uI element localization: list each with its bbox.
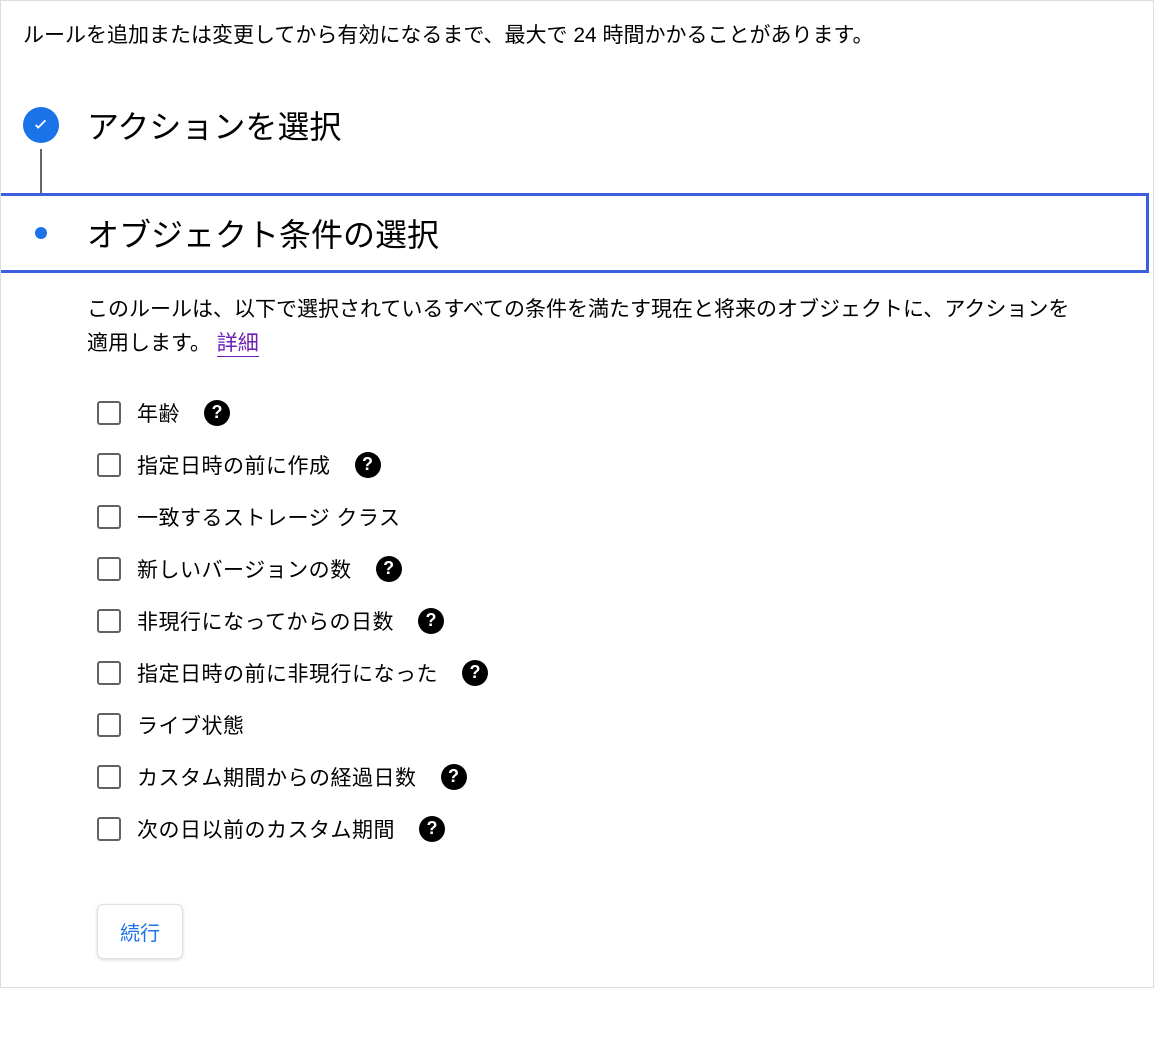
active-dot-icon xyxy=(35,227,47,239)
checkbox-custom-before[interactable] xyxy=(97,817,121,841)
step-title-conditions: オブジェクト条件の選択 xyxy=(87,210,439,256)
condition-newer-versions: 新しいバージョンの数 ? xyxy=(97,554,1131,584)
condition-label: 指定日時の前に非現行になった xyxy=(137,658,438,688)
step-connector xyxy=(40,149,42,193)
continue-button[interactable]: 続行 xyxy=(97,904,183,959)
step-title-action: アクションを選択 xyxy=(87,102,341,148)
checkbox-noncurrent-before[interactable] xyxy=(97,661,121,685)
checkbox-storage-class[interactable] xyxy=(97,505,121,529)
rule-delay-notice: ルールを追加または変更してから有効になるまで、最大で 24 時間かかることがあり… xyxy=(1,19,1061,53)
condition-days-since-custom: カスタム期間からの経過日数 ? xyxy=(97,762,1131,792)
step-select-action[interactable]: アクションを選択 xyxy=(1,101,1153,149)
checkbox-days-since-custom[interactable] xyxy=(97,765,121,789)
condition-label: ライブ状態 xyxy=(137,710,245,740)
help-icon[interactable]: ? xyxy=(376,556,402,582)
help-icon[interactable]: ? xyxy=(418,608,444,634)
help-icon[interactable]: ? xyxy=(441,764,467,790)
step-body-conditions: このルールは、以下で選択されているすべての条件を満たす現在と将来のオブジェクトに… xyxy=(1,273,1153,959)
condition-custom-before: 次の日以前のカスタム期間 ? xyxy=(97,814,1131,844)
checkbox-newer-versions[interactable] xyxy=(97,557,121,581)
condition-noncurrent-before: 指定日時の前に非現行になった ? xyxy=(97,658,1131,688)
help-icon[interactable]: ? xyxy=(355,452,381,478)
help-icon[interactable]: ? xyxy=(462,660,488,686)
help-icon[interactable]: ? xyxy=(204,400,230,426)
condition-live-state: ライブ状態 xyxy=(97,710,1131,740)
checkbox-days-noncurrent[interactable] xyxy=(97,609,121,633)
learn-more-link[interactable]: 詳細 xyxy=(217,332,259,357)
condition-storage-class: 一致するストレージ クラス xyxy=(97,502,1131,532)
stepper: アクションを選択 オブジェクト条件の選択 このルールは、以下で選択されているすべ… xyxy=(1,101,1153,959)
condition-label: 新しいバージョンの数 xyxy=(137,554,352,584)
checkbox-live-state[interactable] xyxy=(97,713,121,737)
step-select-conditions[interactable]: オブジェクト条件の選択 xyxy=(1,193,1149,273)
checkbox-age[interactable] xyxy=(97,401,121,425)
condition-list: 年齢 ? 指定日時の前に作成 ? 一致するストレージ クラス 新しいバージョンの… xyxy=(87,398,1131,844)
checkbox-created-before[interactable] xyxy=(97,453,121,477)
condition-created-before: 指定日時の前に作成 ? xyxy=(97,450,1131,480)
condition-age: 年齢 ? xyxy=(97,398,1131,428)
condition-label: 年齢 xyxy=(137,398,180,428)
condition-days-noncurrent: 非現行になってからの日数 ? xyxy=(97,606,1131,636)
condition-label: カスタム期間からの経過日数 xyxy=(137,762,417,792)
condition-label: 非現行になってからの日数 xyxy=(137,606,394,636)
condition-label: 一致するストレージ クラス xyxy=(137,502,401,532)
check-circle-icon xyxy=(23,107,59,143)
condition-label: 指定日時の前に作成 xyxy=(137,450,331,480)
conditions-description: このルールは、以下で選択されているすべての条件を満たす現在と将来のオブジェクトに… xyxy=(87,293,1087,362)
help-icon[interactable]: ? xyxy=(419,816,445,842)
condition-label: 次の日以前のカスタム期間 xyxy=(137,814,395,844)
